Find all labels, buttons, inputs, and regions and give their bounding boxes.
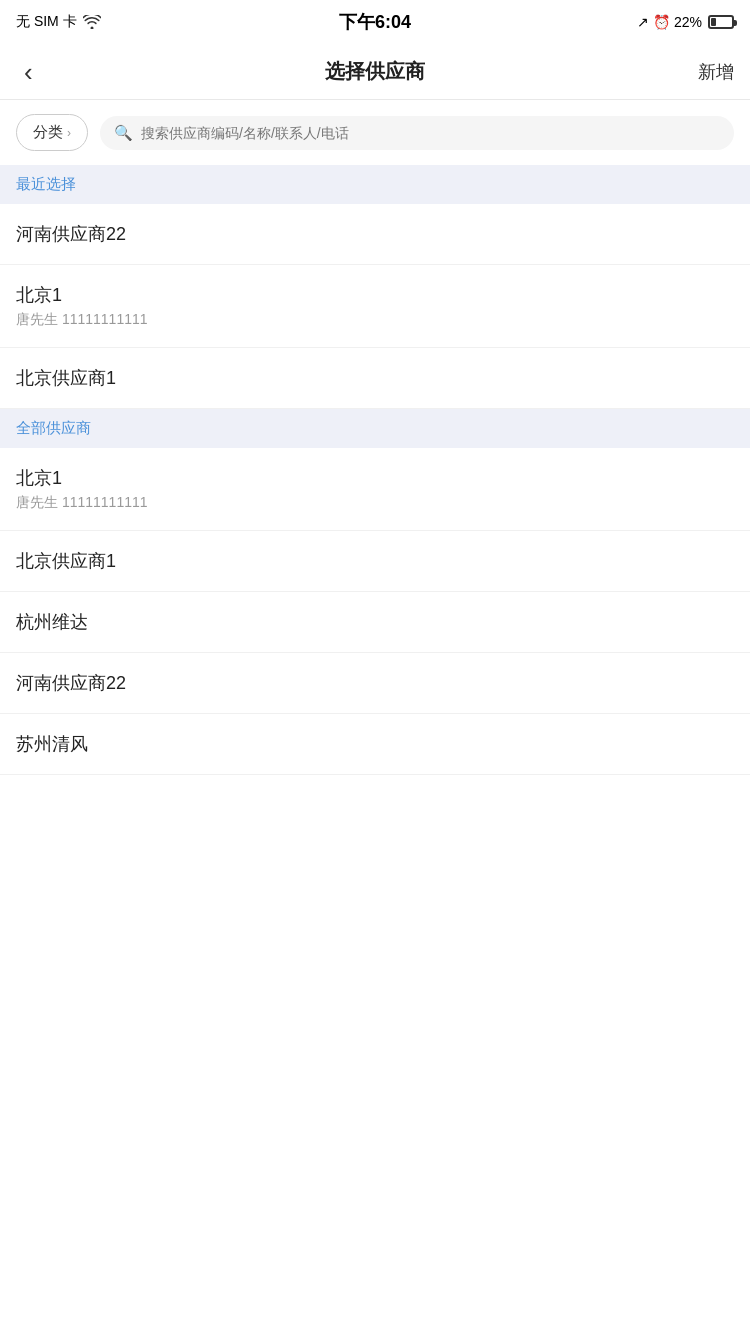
nav-bar: ‹ 选择供应商 新增 (0, 44, 750, 100)
search-box[interactable]: 🔍 (100, 116, 734, 150)
list-item[interactable]: 北京供应商1 (0, 348, 750, 409)
page-title: 选择供应商 (325, 58, 425, 85)
search-input[interactable] (141, 125, 720, 141)
item-sub: 唐先生 11111111111 (16, 494, 734, 512)
filter-bar: 分类 › 🔍 (0, 100, 750, 165)
section-header-text-recent: 最近选择 (16, 175, 76, 192)
item-name: 北京1 (16, 466, 734, 490)
battery-icon (708, 15, 734, 29)
list-item[interactable]: 北京供应商1 (0, 531, 750, 592)
status-time: 下午6:04 (339, 10, 411, 34)
back-button[interactable]: ‹ (16, 55, 41, 89)
status-right: ↗ ⏰ 22% (637, 14, 734, 30)
status-bar: 无 SIM 卡 下午6:04 ↗ ⏰ 22% (0, 0, 750, 44)
item-name: 北京供应商1 (16, 549, 734, 573)
location-icon: ↗ (637, 14, 649, 30)
category-button[interactable]: 分类 › (16, 114, 88, 151)
list-item[interactable]: 河南供应商22 (0, 204, 750, 265)
list-item[interactable]: 北京1 唐先生 11111111111 (0, 448, 750, 531)
alarm-icon: ⏰ (653, 14, 670, 30)
category-label: 分类 (33, 123, 63, 142)
section-header-all: 全部供应商 (0, 409, 750, 448)
battery-percentage: 22% (674, 14, 702, 30)
list-item[interactable]: 杭州维达 (0, 592, 750, 653)
item-name: 河南供应商22 (16, 222, 734, 246)
item-name: 河南供应商22 (16, 671, 734, 695)
search-icon: 🔍 (114, 124, 133, 142)
status-left: 无 SIM 卡 (16, 13, 101, 31)
sections-container: 最近选择河南供应商22 北京1 唐先生 11111111111 北京供应商1 全部供应商… (0, 165, 750, 775)
item-name: 北京1 (16, 283, 734, 307)
list-item[interactable]: 河南供应商22 (0, 653, 750, 714)
item-name: 北京供应商1 (16, 366, 734, 390)
wifi-icon (83, 15, 101, 29)
list-item[interactable]: 苏州清风 (0, 714, 750, 775)
section-header-text-all: 全部供应商 (16, 419, 91, 436)
section-header-recent: 最近选择 (0, 165, 750, 204)
item-name: 杭州维达 (16, 610, 734, 634)
list-item[interactable]: 北京1 唐先生 11111111111 (0, 265, 750, 348)
item-name: 苏州清风 (16, 732, 734, 756)
chevron-right-icon: › (67, 126, 71, 140)
add-button[interactable]: 新增 (698, 60, 734, 84)
sim-label: 无 SIM 卡 (16, 13, 77, 31)
item-sub: 唐先生 11111111111 (16, 311, 734, 329)
